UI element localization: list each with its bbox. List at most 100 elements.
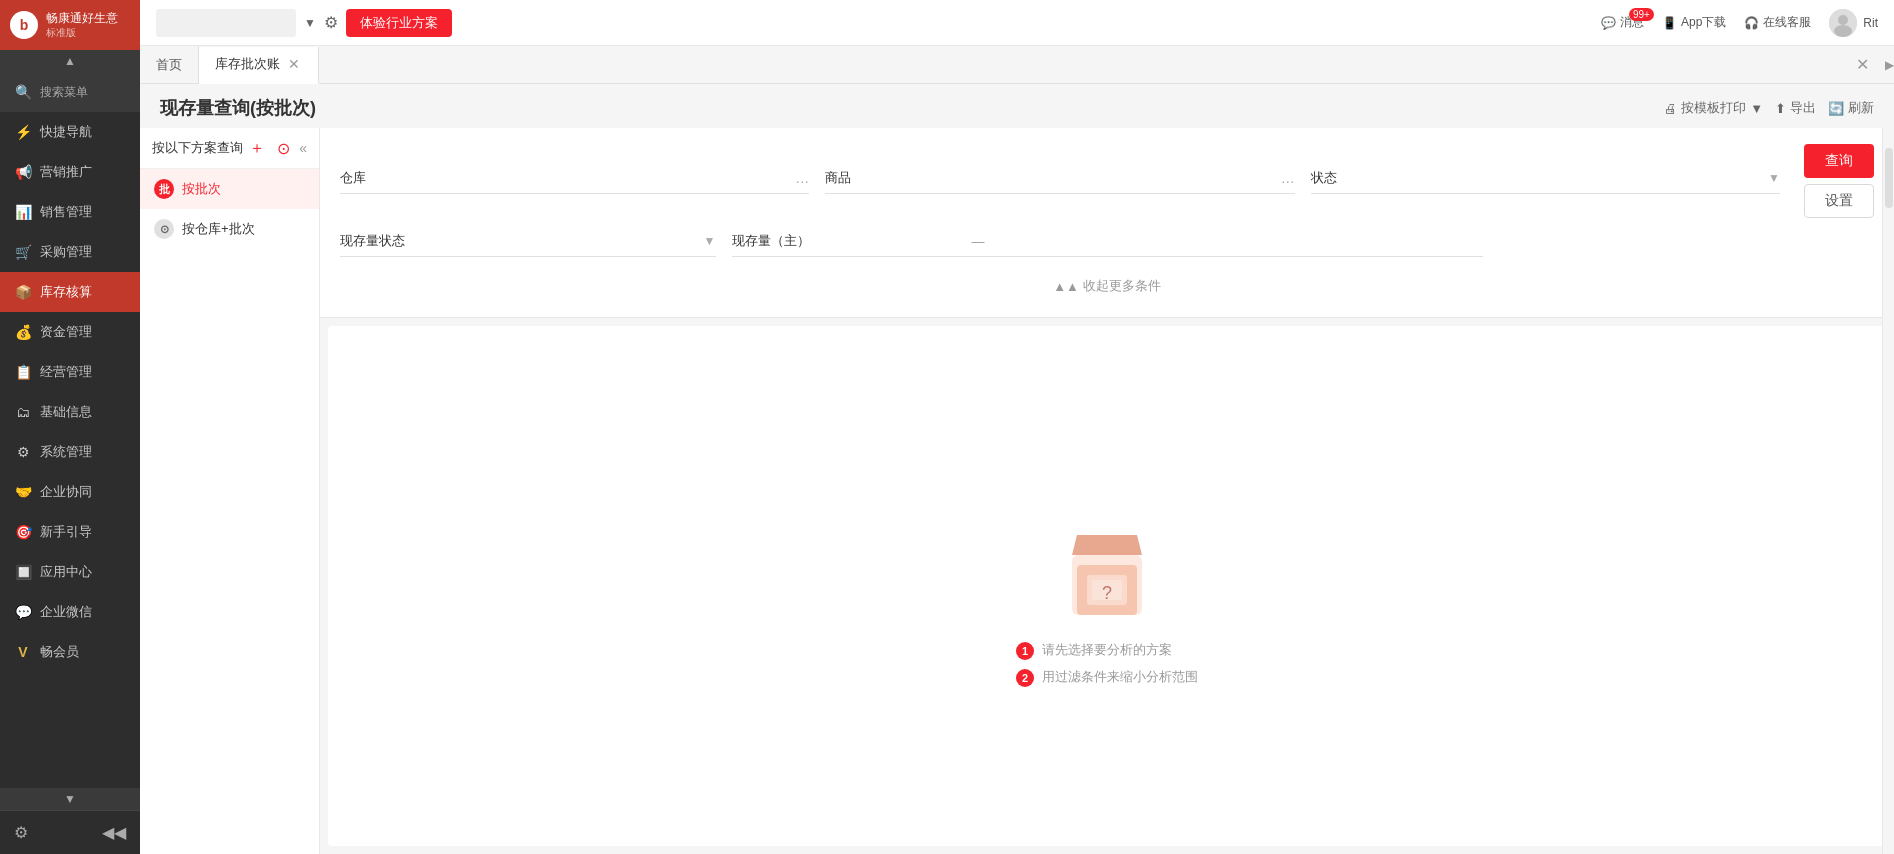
right-panel: 仓库 … 商品 … 状态 ▼: [320, 128, 1894, 854]
inventory-amount-to-input[interactable]: [993, 234, 1133, 249]
status-input[interactable]: [1371, 170, 1780, 185]
topbar: ▼ ⚙ 体验行业方案 💬 消息 99+ 📱 App下载 🎧 在线客服: [140, 0, 1894, 46]
message-button[interactable]: 💬 消息 99+: [1601, 14, 1644, 31]
sidebar-item-finance[interactable]: 💰 资金管理: [0, 312, 140, 352]
content-area: 现存量查询(按批次) 🖨 按模板打印 ▼ ⬆ 导出 🔄 刷新: [140, 84, 1894, 854]
warehouse-more-button[interactable]: …: [795, 170, 809, 186]
export-icon: ⬆: [1775, 101, 1786, 116]
scheme-item-by-warehouse-batch[interactable]: ⊙ 按仓库+批次: [140, 209, 319, 249]
product-input[interactable]: [885, 170, 1294, 185]
svg-text:?: ?: [1102, 583, 1112, 603]
tab-home[interactable]: 首页: [140, 46, 199, 83]
topbar-dropdown-button[interactable]: ▼: [304, 16, 316, 30]
sidebar-item-operation[interactable]: 📋 经营管理: [0, 352, 140, 392]
sidebar-item-enterprise[interactable]: 🤝 企业协同: [0, 472, 140, 512]
export-button[interactable]: ⬆ 导出: [1775, 99, 1816, 117]
close-all-tabs-button[interactable]: ✕: [1844, 55, 1881, 74]
sidebar-item-label: 采购管理: [40, 243, 92, 261]
status-field: 状态 ▼: [1311, 169, 1780, 194]
hint-text-2: 用过滤条件来缩小分析范围: [1042, 668, 1198, 686]
sidebar-item-label: 营销推广: [40, 163, 92, 181]
content-body: 按以下方案查询 ＋ ⊙ « 批 按批次 ⊙ 按仓库+批次: [140, 128, 1894, 854]
sales-icon: 📊: [14, 203, 32, 221]
app-name: 畅康通好生意: [46, 10, 118, 27]
scheme-settings-button[interactable]: ⊙: [273, 138, 293, 158]
add-scheme-button[interactable]: ＋: [247, 138, 267, 158]
query-button[interactable]: 查询: [1804, 144, 1874, 178]
sidebar-item-app-center[interactable]: 🔲 应用中心: [0, 552, 140, 592]
sidebar-scroll-up[interactable]: ▲: [0, 50, 140, 72]
tabs-right-arrow[interactable]: ▶: [1885, 58, 1894, 72]
scheme-item-by-batch[interactable]: 批 按批次: [140, 169, 319, 209]
sidebar-item-sales[interactable]: 📊 销售管理: [0, 192, 140, 232]
action-buttons: 查询 设置: [1804, 144, 1874, 218]
sidebar-item-label: 新手引导: [40, 523, 92, 541]
sidebar-item-enterprise-wechat[interactable]: 💬 企业微信: [0, 592, 140, 632]
print-label: 按模板打印: [1681, 99, 1746, 117]
basics-icon: 🗂: [14, 403, 32, 421]
message-badge: 99+: [1629, 8, 1654, 21]
inventory-batch-tab-label: 库存批次账: [215, 55, 280, 73]
enterprise-icon: 🤝: [14, 483, 32, 501]
print-template-button[interactable]: 🖨 按模板打印 ▼: [1664, 99, 1763, 117]
trial-button[interactable]: 体验行业方案: [346, 9, 452, 37]
scheme-label-by-warehouse-batch: 按仓库+批次: [182, 220, 255, 238]
sidebar-item-quick-nav[interactable]: ⚡ 快捷导航: [0, 112, 140, 152]
sidebar-item-basics[interactable]: 🗂 基础信息: [0, 392, 140, 432]
filter-settings-button[interactable]: 设置: [1804, 184, 1874, 218]
inventory-status-input[interactable]: [415, 234, 716, 249]
sidebar-scroll-down[interactable]: ▼: [0, 788, 140, 810]
tab-inventory-batch[interactable]: 库存批次账 ✕: [199, 47, 319, 84]
svg-marker-6: [1072, 535, 1142, 555]
app-download-label: App下载: [1681, 14, 1726, 31]
empty-hints: 1 请先选择要分析的方案 2 用过滤条件来缩小分析范围: [1016, 641, 1198, 687]
right-scrollbar[interactable]: [1882, 128, 1894, 854]
sidebar-item-label: 基础信息: [40, 403, 92, 421]
collapse-panel-button[interactable]: «: [299, 140, 307, 156]
tab-close-button[interactable]: ✕: [286, 56, 302, 72]
app-download-icon: 📱: [1662, 16, 1677, 30]
sidebar-item-vip[interactable]: V 畅会员: [0, 632, 140, 672]
amount-dash: —: [972, 234, 985, 249]
sidebar-item-search[interactable]: 🔍 搜索菜单: [0, 72, 140, 112]
app-center-icon: 🔲: [14, 563, 32, 581]
sidebar-item-newbie[interactable]: 🎯 新手引导: [0, 512, 140, 552]
scheme-label-by-batch: 按批次: [182, 180, 221, 198]
online-service-button[interactable]: 🎧 在线客服: [1744, 14, 1811, 31]
home-tab-label: 首页: [156, 56, 182, 74]
collapse-more-button[interactable]: ▲▲ 收起更多条件: [340, 271, 1874, 301]
online-service-label: 在线客服: [1763, 14, 1811, 31]
product-more-button[interactable]: …: [1281, 170, 1295, 186]
sidebar-item-purchase[interactable]: 🛒 采购管理: [0, 232, 140, 272]
sidebar-item-label: 快捷导航: [40, 123, 92, 141]
left-panel-actions: ＋ ⊙ «: [247, 138, 307, 158]
app-edition: 标准版: [46, 26, 118, 40]
print-dropdown-icon: ▼: [1750, 101, 1763, 116]
warehouse-input[interactable]: [400, 170, 809, 185]
sidebar-item-inventory[interactable]: 📦 库存核算: [0, 272, 140, 312]
refresh-button[interactable]: 🔄 刷新: [1828, 99, 1874, 117]
hint-num-2: 2: [1016, 669, 1034, 687]
inventory-icon: 📦: [14, 283, 32, 301]
sidebar-item-label: 畅会员: [40, 643, 79, 661]
sidebar-item-system[interactable]: ⚙ 系统管理: [0, 432, 140, 472]
sidebar-item-label: 搜索菜单: [40, 84, 88, 101]
topbar-settings-button[interactable]: ⚙: [324, 13, 338, 32]
status-label: 状态: [1311, 169, 1361, 187]
message-icon: 💬: [1601, 16, 1616, 30]
hint-text-1: 请先选择要分析的方案: [1042, 641, 1172, 659]
user-area[interactable]: Rit: [1829, 9, 1878, 37]
scheme-icon-secondary: ⊙: [154, 219, 174, 239]
settings-footer-button[interactable]: ⚙: [10, 819, 32, 846]
page-title: 现存量查询(按批次): [160, 96, 316, 120]
inventory-amount-from-input[interactable]: [824, 234, 964, 249]
purchase-icon: 🛒: [14, 243, 32, 261]
app-download-button[interactable]: 📱 App下载: [1662, 14, 1726, 31]
main-area: ▼ ⚙ 体验行业方案 💬 消息 99+ 📱 App下载 🎧 在线客服: [140, 0, 1894, 854]
sidebar-item-marketing[interactable]: 📢 营销推广: [0, 152, 140, 192]
refresh-label: 刷新: [1848, 99, 1874, 117]
warehouse-label: 仓库: [340, 169, 390, 187]
topbar-search-input[interactable]: [156, 9, 296, 37]
collapse-sidebar-button[interactable]: ◀◀: [98, 819, 130, 846]
scheme-icon-primary: 批: [154, 179, 174, 199]
